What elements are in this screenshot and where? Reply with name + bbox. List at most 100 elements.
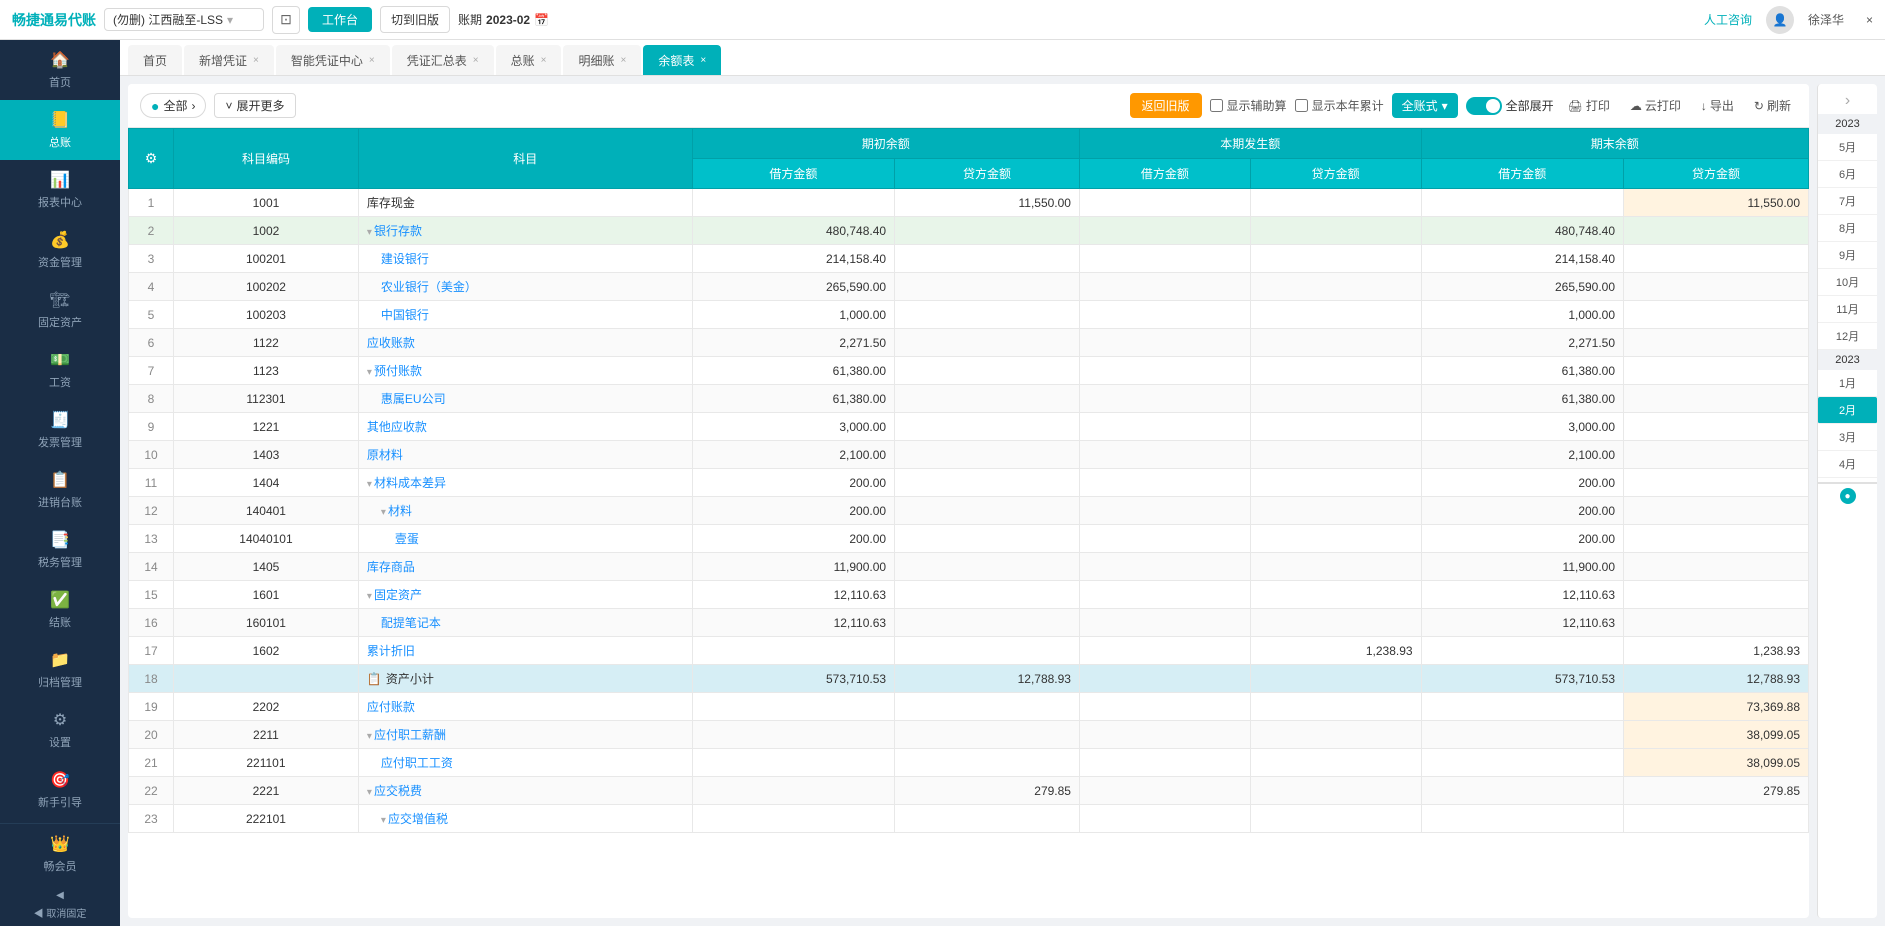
account-name[interactable]: 惠属EU公司 [358, 385, 692, 413]
tab-new-voucher[interactable]: 新增凭证 × [184, 45, 274, 75]
show-aux-checkbox[interactable]: 显示辅助算 [1210, 97, 1287, 114]
month-9[interactable]: 9月 [1818, 242, 1877, 269]
account-name[interactable]: 原材料 [358, 441, 692, 469]
print-button[interactable]: 🖨 打印 [1562, 95, 1616, 116]
month-2[interactable]: 2月 [1818, 397, 1877, 424]
account-name[interactable]: ▾材料 [358, 497, 692, 525]
tab-close-icon[interactable]: × [620, 55, 626, 66]
account-name[interactable]: 建设银行 [358, 245, 692, 273]
month-8[interactable]: 8月 [1818, 215, 1877, 242]
sidebar-item-assets[interactable]: 🏗 固定资产 [0, 280, 120, 340]
home-icon: 🏠 [50, 50, 70, 70]
sidebar-item-funds[interactable]: 💰 资金管理 [0, 220, 120, 280]
account-name[interactable]: 应付账款 [358, 693, 692, 721]
right-panel-expand[interactable]: › [1841, 88, 1854, 114]
circle-indicator[interactable]: ● [1840, 488, 1856, 504]
account-name[interactable]: ▾应交税费 [358, 777, 692, 805]
sidebar-item-reports[interactable]: 📊 报表中心 [0, 160, 120, 220]
account-name[interactable]: ▾银行存款 [358, 217, 692, 245]
cloud-print-button[interactable]: ☁ 云打印 [1624, 95, 1687, 116]
account-name[interactable]: ▾材料成本差异 [358, 469, 692, 497]
tab-bar: 首页 新增凭证 × 智能凭证中心 × 凭证汇总表 × 总账 × 明细账 × [120, 40, 1885, 76]
consult-link[interactable]: 人工咨询 [1704, 11, 1752, 28]
tab-balance-table[interactable]: 余额表 × [643, 45, 721, 75]
show-ytd-checkbox[interactable]: 显示本年累计 [1295, 97, 1384, 114]
sidebar-item-tax[interactable]: 📑 税务管理 [0, 520, 120, 580]
tab-smart-voucher-label: 智能凭证中心 [291, 52, 363, 69]
month-1[interactable]: 1月 [1818, 370, 1877, 397]
sidebar-item-settings[interactable]: ⚙ 设置 [0, 700, 120, 760]
month-11[interactable]: 11月 [1818, 296, 1877, 323]
row-number: 9 [129, 413, 174, 441]
toolbar-right: 返回旧版 显示辅助算 显示本年累计 全账式 ▾ [1130, 93, 1797, 118]
sidebar-item-ledger[interactable]: 📒 总账 [0, 100, 120, 160]
tab-home[interactable]: 首页 [128, 45, 182, 75]
workbench-button[interactable]: 工作台 [308, 7, 372, 32]
account-name[interactable]: 配提笔记本 [358, 609, 692, 637]
sidebar-item-member[interactable]: 👑 畅会员 [0, 824, 120, 884]
filter-all-button[interactable]: ● 全部 › [140, 93, 206, 118]
account-name[interactable]: 中国银行 [358, 301, 692, 329]
sidebar-item-home[interactable]: 🏠 首页 [0, 40, 120, 100]
th-settings[interactable]: ⚙ [129, 129, 174, 189]
row-number: 20 [129, 721, 174, 749]
return-old-button[interactable]: 返回旧版 [1130, 93, 1202, 118]
close-period-icon: ✅ [50, 590, 70, 610]
sidebar-pin-button[interactable]: ◀ ◀ 取消固定 [0, 884, 120, 926]
salary-icon: 💵 [50, 350, 70, 370]
account-name[interactable]: 库存商品 [358, 553, 692, 581]
account-name[interactable]: ▾预付账款 [358, 357, 692, 385]
account-name[interactable]: 其他应收款 [358, 413, 692, 441]
expand-more-button[interactable]: ˅ 展开更多 [214, 93, 295, 118]
tab-smart-voucher[interactable]: 智能凭证中心 × [276, 45, 390, 75]
close-icon[interactable]: × [1866, 13, 1873, 27]
switch-version-button[interactable]: 切到旧版 [380, 6, 450, 33]
account-name[interactable]: 壹蛋 [358, 525, 692, 553]
toggle-control[interactable] [1466, 97, 1502, 115]
month-12[interactable]: 12月 [1818, 323, 1877, 350]
expand-all-toggle[interactable]: 全部展开 [1466, 97, 1554, 115]
account-name[interactable]: 应收账款 [358, 329, 692, 357]
account-name[interactable]: ▾应交增值税 [358, 805, 692, 833]
ytd-checkbox-input[interactable] [1295, 99, 1308, 112]
sidebar-item-trading[interactable]: 📋 进销台账 [0, 460, 120, 520]
tab-close-icon[interactable]: × [700, 55, 706, 66]
month-4[interactable]: 4月 [1818, 451, 1877, 478]
month-3[interactable]: 3月 [1818, 424, 1877, 451]
export-button[interactable]: ↓ 导出 [1695, 95, 1740, 116]
print-label: 打印 [1586, 97, 1610, 114]
aux-checkbox-input[interactable] [1210, 99, 1223, 112]
copy-icon[interactable]: ⊡ [272, 6, 300, 34]
account-name[interactable]: ▾固定资产 [358, 581, 692, 609]
tab-close-icon[interactable]: × [473, 55, 479, 66]
refresh-button[interactable]: ↻ 刷新 [1748, 95, 1797, 116]
tab-close-icon[interactable]: × [369, 55, 375, 66]
tab-close-icon[interactable]: × [541, 55, 547, 66]
account-name[interactable]: 累计折旧 [358, 637, 692, 665]
avatar[interactable]: 👤 [1766, 6, 1794, 34]
tab-general-ledger[interactable]: 总账 × [496, 45, 562, 75]
sidebar-item-close[interactable]: ✅ 结账 [0, 580, 120, 640]
full-mode-button[interactable]: 全账式 ▾ [1392, 93, 1458, 118]
account-name[interactable]: ▾应付职工薪酬 [358, 721, 692, 749]
sidebar-item-archive[interactable]: 📁 归档管理 [0, 640, 120, 700]
month-5[interactable]: 5月 [1818, 134, 1877, 161]
account-name[interactable]: 农业银行（美金） [358, 273, 692, 301]
th-period-debit: 借方金额 [692, 159, 894, 189]
sidebar-item-invoice[interactable]: 🧾 发票管理 [0, 400, 120, 460]
month-7[interactable]: 7月 [1818, 188, 1877, 215]
settings-gear-icon[interactable]: ⚙ [137, 145, 165, 173]
row-number: 17 [129, 637, 174, 665]
month-6[interactable]: 6月 [1818, 161, 1877, 188]
tab-close-icon[interactable]: × [253, 55, 259, 66]
calendar-icon[interactable]: 📅 [534, 13, 549, 27]
row-number: 21 [129, 749, 174, 777]
company-selector[interactable]: (勿删) 江西融至-LSS ▾ [104, 8, 264, 31]
month-10[interactable]: 10月 [1818, 269, 1877, 296]
tab-detail-ledger[interactable]: 明细账 × [563, 45, 641, 75]
sidebar-item-salary[interactable]: 💵 工资 [0, 340, 120, 400]
sidebar: 🏠 首页 📒 总账 📊 报表中心 💰 资金管理 🏗 固定资产 💵 工资 🧾 发票… [0, 40, 120, 926]
sidebar-item-guide[interactable]: 🎯 新手引导 [0, 760, 120, 820]
account-name[interactable]: 应付职工工资 [358, 749, 692, 777]
tab-voucher-summary[interactable]: 凭证汇总表 × [392, 45, 494, 75]
